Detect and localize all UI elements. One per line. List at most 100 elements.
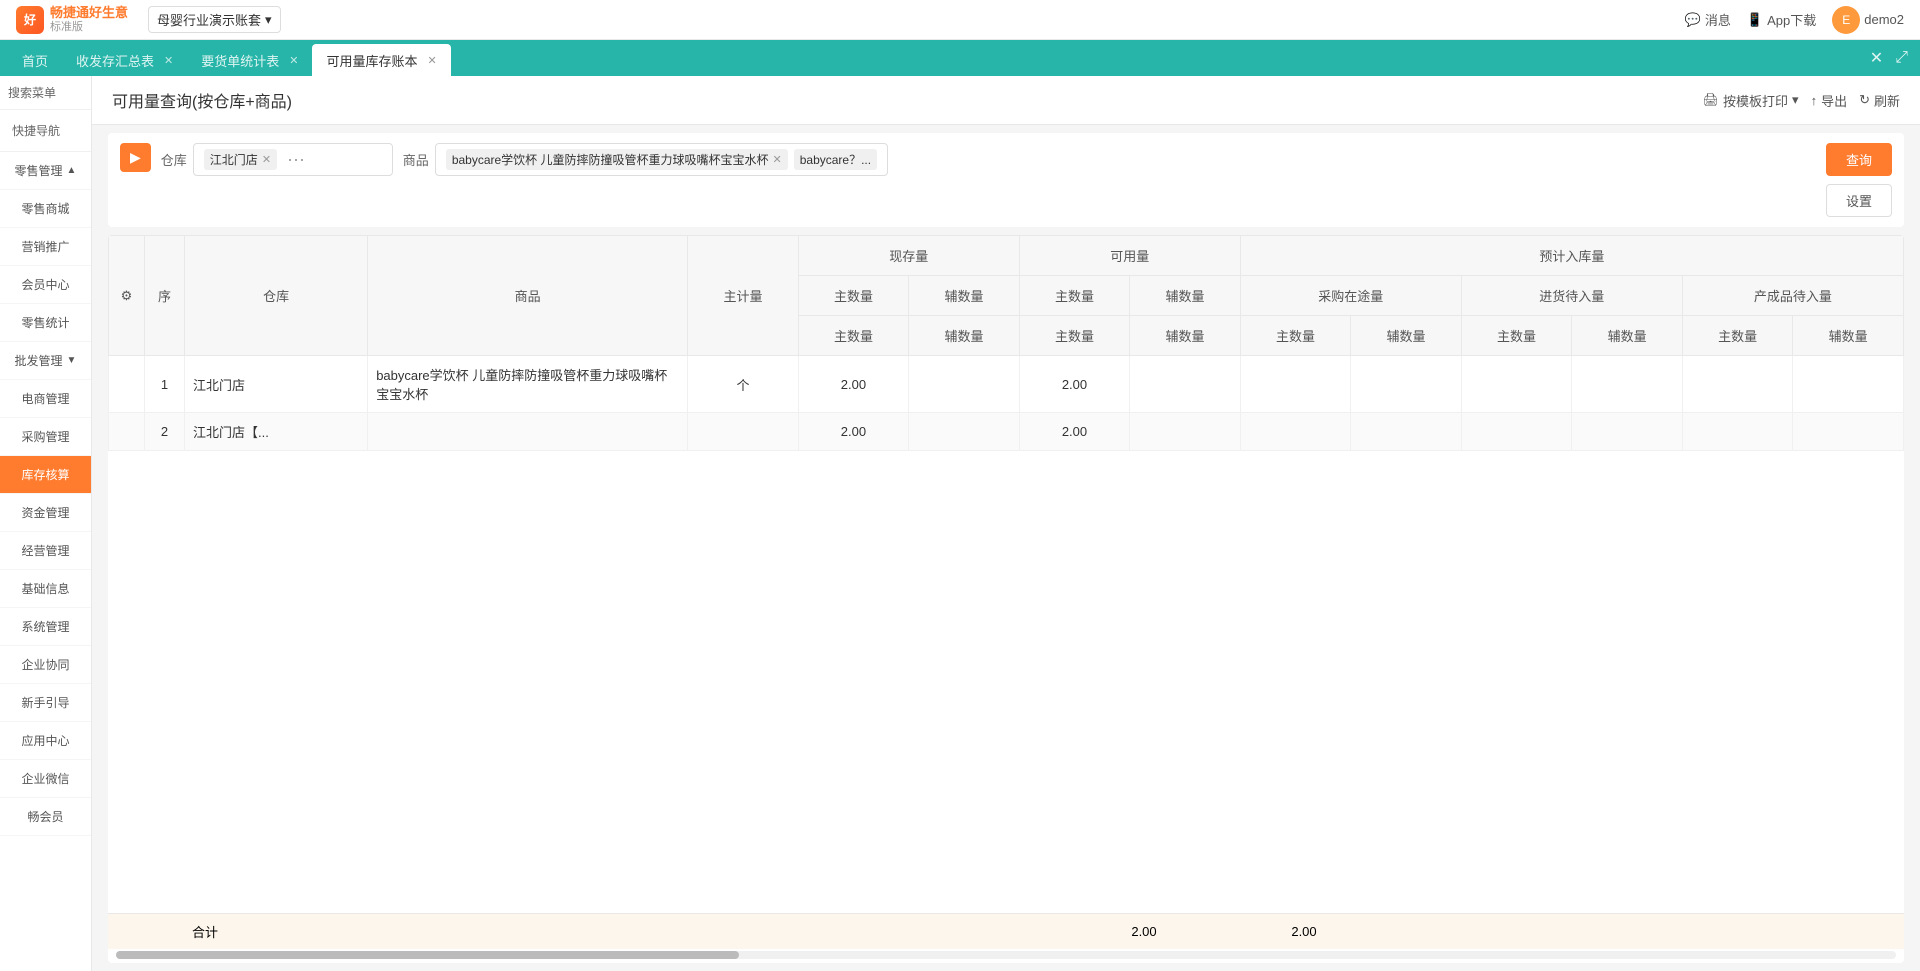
sidebar-item-marketing[interactable]: 营销推广 bbox=[0, 228, 91, 266]
row2-pt-main bbox=[1240, 413, 1351, 451]
sidebar-item-enterprise[interactable]: 企业协同 bbox=[0, 646, 91, 684]
print-btn[interactable]: 🖨 按模板打印 ▾ bbox=[1703, 91, 1799, 110]
sidebar-enterprise-label: 企业协同 bbox=[21, 656, 69, 673]
chevron-down-icon: ▾ bbox=[265, 12, 272, 28]
page-header: 可用量查询(按仓库+商品) 🖨 按模板打印 ▾ ↑ 导出 ↻ 刷新 bbox=[92, 76, 1920, 125]
th-gear[interactable]: ⚙ bbox=[109, 236, 145, 356]
row2-gear[interactable] bbox=[109, 413, 145, 451]
product-input[interactable]: babycare学饮杯 儿童防摔防撞吸管杯重力球吸嘴杯宝宝水杯 ✕ babyca… bbox=[435, 143, 888, 176]
sidebar-item-basic-info[interactable]: 基础信息 bbox=[0, 570, 91, 608]
sidebar-item-enterprise-wechat[interactable]: 企业微信 bbox=[0, 760, 91, 798]
row1-pt-main bbox=[1240, 356, 1351, 413]
tab-maximize[interactable]: ⤢ bbox=[1891, 45, 1912, 71]
row1-cur-main: 2.00 bbox=[798, 356, 909, 413]
sidebar-item-operations[interactable]: 经营管理 bbox=[0, 532, 91, 570]
product-filter: 商品 babycare学饮杯 儿童防摔防撞吸管杯重力球吸嘴杯宝宝水杯 ✕ bab… bbox=[403, 143, 888, 176]
logo-icon: 好 bbox=[16, 6, 44, 34]
query-btn[interactable]: 查询 bbox=[1826, 143, 1892, 176]
th-available-aux: 辅数量 bbox=[1130, 276, 1241, 316]
filter-actions: 查询 设置 bbox=[1826, 143, 1892, 217]
sidebar-item-inventory[interactable]: 库存核算 bbox=[0, 456, 91, 494]
tab-close-receipt[interactable]: ✕ bbox=[164, 54, 173, 67]
tab-close-available[interactable]: ✕ bbox=[428, 54, 437, 67]
export-btn[interactable]: ↑ 导出 bbox=[1811, 91, 1848, 110]
sidebar-item-retail-shop[interactable]: 零售商城 bbox=[0, 190, 91, 228]
warehouse-more[interactable]: ··· bbox=[283, 149, 309, 170]
sidebar-operations-label: 经营管理 bbox=[21, 542, 69, 559]
avatar: E bbox=[1832, 6, 1860, 34]
print-icon: 🖨 bbox=[1703, 92, 1720, 108]
industry-selector[interactable]: 母婴行业演示账套 ▾ bbox=[148, 6, 281, 33]
chevron-icon: ▲ bbox=[67, 165, 77, 176]
product-tag1-close[interactable]: ✕ bbox=[773, 153, 782, 166]
table-row: 2 江北门店【... 2.00 2.00 bbox=[109, 413, 1904, 451]
tab-home-label: 首页 bbox=[22, 51, 48, 70]
product-tag1: babycare学饮杯 儿童防摔防撞吸管杯重力球吸嘴杯宝宝水杯 ✕ bbox=[446, 149, 788, 170]
sidebar-item-new-guide[interactable]: 新手引导 bbox=[0, 684, 91, 722]
row2-av-main: 2.00 bbox=[1019, 413, 1130, 451]
row1-pp-main bbox=[1461, 356, 1572, 413]
row1-unit: 个 bbox=[688, 356, 799, 413]
tab-bar: 首页 收发存汇总表 ✕ 要货单统计表 ✕ 可用量库存账本 ✕ ✕ ⤢ bbox=[0, 40, 1920, 76]
sidebar-item-app-center[interactable]: 应用中心 bbox=[0, 722, 91, 760]
th-available-main: 主数量 bbox=[1019, 276, 1130, 316]
sidebar-retail-label: 零售管理 bbox=[15, 162, 63, 179]
top-bar: 好 畅捷通好生意 标准版 母婴行业演示账套 ▾ 💬 消息 📱 App下载 E d… bbox=[0, 0, 1920, 40]
product-label: 商品 bbox=[403, 150, 429, 169]
sidebar-app-center-label: 应用中心 bbox=[21, 732, 69, 749]
row1-av-main: 2.00 bbox=[1019, 356, 1130, 413]
main-layout: 搜索菜单 快捷导航 零售管理 ▲ 零售商城 营销推广 会员中心 零售统计 批发管… bbox=[0, 76, 1920, 971]
tab-close-all[interactable]: ✕ bbox=[1866, 44, 1887, 72]
scrollbar-track[interactable] bbox=[108, 949, 1904, 963]
th-current-stock: 现存量 bbox=[798, 236, 1019, 276]
app-download-btn[interactable]: 📱 App下载 bbox=[1747, 10, 1816, 29]
sidebar-item-system[interactable]: 系统管理 bbox=[0, 608, 91, 646]
sidebar-item-retail[interactable]: 零售管理 ▲ bbox=[0, 152, 91, 190]
settings-btn[interactable]: 设置 bbox=[1826, 184, 1892, 217]
th-cs-main-qty: 主数量 bbox=[798, 316, 909, 356]
warehouse-input[interactable]: 江北门店 ✕ ··· bbox=[193, 143, 393, 176]
sidebar-item-ecommerce[interactable]: 电商管理 bbox=[0, 380, 91, 418]
tab-order-stats[interactable]: 要货单统计表 ✕ bbox=[187, 44, 312, 76]
sidebar-item-wholesale[interactable]: 批发管理 ▼ bbox=[0, 342, 91, 380]
sidebar-item-member[interactable]: 会员中心 bbox=[0, 266, 91, 304]
sidebar-finance-label: 资金管理 bbox=[21, 504, 69, 521]
top-bar-left: 好 畅捷通好生意 标准版 母婴行业演示账套 ▾ bbox=[16, 5, 281, 34]
sidebar-nav[interactable]: 快捷导航 bbox=[0, 110, 91, 152]
row1-av-aux bbox=[1130, 356, 1241, 413]
sidebar-item-purchase[interactable]: 采购管理 bbox=[0, 418, 91, 456]
th-production-pending: 产成品待入量 bbox=[1682, 276, 1903, 316]
sidebar-wholesale-label: 批发管理 bbox=[15, 352, 63, 369]
mobile-icon: 📱 bbox=[1747, 12, 1763, 28]
tab-receipt-summary[interactable]: 收发存汇总表 ✕ bbox=[62, 44, 187, 76]
th-seq: 序 bbox=[145, 236, 185, 356]
sidebar-item-finance[interactable]: 资金管理 bbox=[0, 494, 91, 532]
tab-order-label: 要货单统计表 bbox=[201, 51, 279, 70]
chevron-down-icon2: ▼ bbox=[67, 355, 77, 366]
sidebar-new-guide-label: 新手引导 bbox=[21, 694, 69, 711]
nav-label[interactable]: 快捷导航 bbox=[0, 116, 91, 145]
message-icon: 💬 bbox=[1685, 12, 1701, 28]
row2-cur-main: 2.00 bbox=[798, 413, 909, 451]
sidebar-item-retail-stats[interactable]: 零售统计 bbox=[0, 304, 91, 342]
sidebar-enterprise-wechat-label: 企业微信 bbox=[21, 770, 69, 787]
warehouse-tag-close[interactable]: ✕ bbox=[262, 153, 271, 166]
sidebar-search[interactable]: 搜索菜单 bbox=[0, 76, 91, 110]
refresh-btn[interactable]: ↻ 刷新 bbox=[1859, 91, 1900, 110]
refresh-icon: ↻ bbox=[1859, 92, 1870, 108]
user-avatar[interactable]: E demo2 bbox=[1832, 6, 1904, 34]
row1-prod-aux bbox=[1793, 356, 1904, 413]
th-current-aux: 辅数量 bbox=[909, 276, 1020, 316]
tab-bar-actions: ✕ ⤢ bbox=[1866, 40, 1912, 76]
row1-pp-aux bbox=[1572, 356, 1683, 413]
sidebar-item-member-service[interactable]: 畅会员 bbox=[0, 798, 91, 836]
tab-available-stock[interactable]: 可用量库存账本 ✕ bbox=[312, 44, 450, 76]
tab-home[interactable]: 首页 bbox=[8, 44, 62, 76]
tab-close-order[interactable]: ✕ bbox=[289, 54, 298, 67]
tab-receipt-label: 收发存汇总表 bbox=[76, 51, 154, 70]
search-label[interactable]: 搜索菜单 bbox=[8, 86, 56, 100]
message-btn[interactable]: 💬 消息 bbox=[1685, 10, 1731, 29]
row2-av-aux bbox=[1130, 413, 1241, 451]
row1-gear[interactable] bbox=[109, 356, 145, 413]
filter-expand-btn[interactable]: ▶ bbox=[120, 143, 151, 172]
